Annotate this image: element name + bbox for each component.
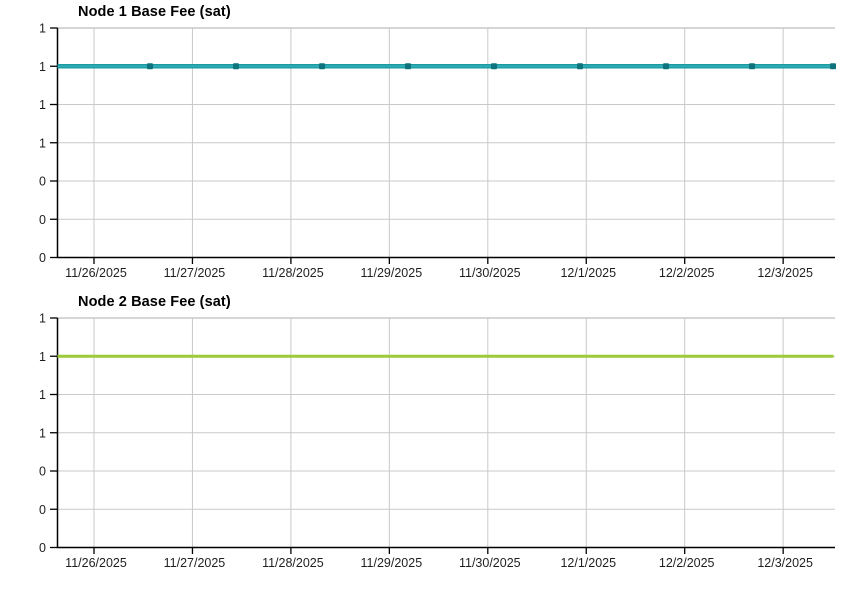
x-axis-ticks	[94, 258, 783, 265]
x-tick-label: 11/30/2025	[459, 556, 521, 570]
x-tick-label: 11/27/2025	[164, 556, 226, 570]
y-axis-labels: 1 1 1 1 0 0 0	[39, 22, 46, 266]
x-tick-label: 11/26/2025	[65, 266, 127, 280]
x-axis-ticks	[94, 548, 783, 555]
x-tick-label: 11/30/2025	[459, 266, 521, 280]
data-point-marker	[405, 63, 411, 69]
y-tick-label: 1	[39, 388, 46, 402]
y-tick-label: 1	[39, 22, 46, 36]
x-axis-labels: 11/26/2025 11/27/2025 11/28/2025 11/29/2025…	[65, 556, 813, 570]
y-axis-ticks	[50, 28, 58, 258]
horizontal-gridlines	[58, 356, 836, 509]
y-tick-label: 1	[39, 60, 46, 74]
x-tick-label: 12/2/2025	[659, 266, 715, 280]
data-point-marker	[233, 63, 239, 69]
x-tick-label: 12/3/2025	[757, 266, 813, 280]
dual-base-fee-charts-page: Node 1 Base Fee (sat) 11/26/202511/27/20…	[0, 0, 860, 600]
x-tick-label: 11/27/2025	[164, 266, 226, 280]
y-axis-ticks	[50, 318, 58, 548]
y-tick-label: 0	[39, 541, 46, 555]
data-point-marker	[663, 63, 669, 69]
y-tick-label: 0	[39, 175, 46, 189]
data-point-marker	[749, 63, 755, 69]
node1-chart-canvas: 11/26/2025 11/27/2025 11/28/2025 11/29/2025…	[0, 0, 860, 290]
x-tick-label: 12/1/2025	[560, 556, 616, 570]
x-tick-label: 12/3/2025	[757, 556, 813, 570]
y-tick-label: 0	[39, 465, 46, 479]
y-tick-label: 0	[39, 251, 46, 265]
node2-base-fee-chart: Node 2 Base Fee (sat) 11/26/202511/27/20…	[0, 290, 860, 600]
y-tick-label: 1	[39, 136, 46, 150]
data-point-marker	[577, 63, 583, 69]
x-tick-label: 11/28/2025	[262, 266, 324, 280]
x-tick-label: 12/2/2025	[659, 556, 715, 570]
x-tick-label: 11/29/2025	[361, 556, 423, 570]
node2-chart-canvas: 11/26/2025 11/27/2025 11/28/2025 11/29/2025…	[0, 290, 860, 580]
x-tick-label: 11/28/2025	[262, 556, 324, 570]
x-tick-label: 11/29/2025	[361, 266, 423, 280]
x-tick-label: 11/26/2025	[65, 556, 127, 570]
y-tick-label: 1	[39, 312, 46, 326]
data-point-marker	[319, 63, 325, 69]
x-tick-label: 12/1/2025	[560, 266, 616, 280]
y-tick-label: 0	[39, 503, 46, 517]
y-axis-labels: 1 1 1 1 0 0 0	[39, 312, 46, 556]
y-tick-label: 0	[39, 213, 46, 227]
data-point-marker	[830, 63, 836, 69]
data-point-marker	[147, 63, 153, 69]
node1-base-fee-chart: Node 1 Base Fee (sat) 11/26/202511/27/20…	[0, 0, 860, 290]
horizontal-gridlines	[58, 66, 836, 219]
y-tick-label: 1	[39, 426, 46, 440]
data-point-marker	[491, 63, 497, 69]
y-tick-label: 1	[39, 98, 46, 112]
y-tick-label: 1	[39, 350, 46, 364]
x-axis-labels: 11/26/2025 11/27/2025 11/28/2025 11/29/2025…	[65, 266, 813, 280]
